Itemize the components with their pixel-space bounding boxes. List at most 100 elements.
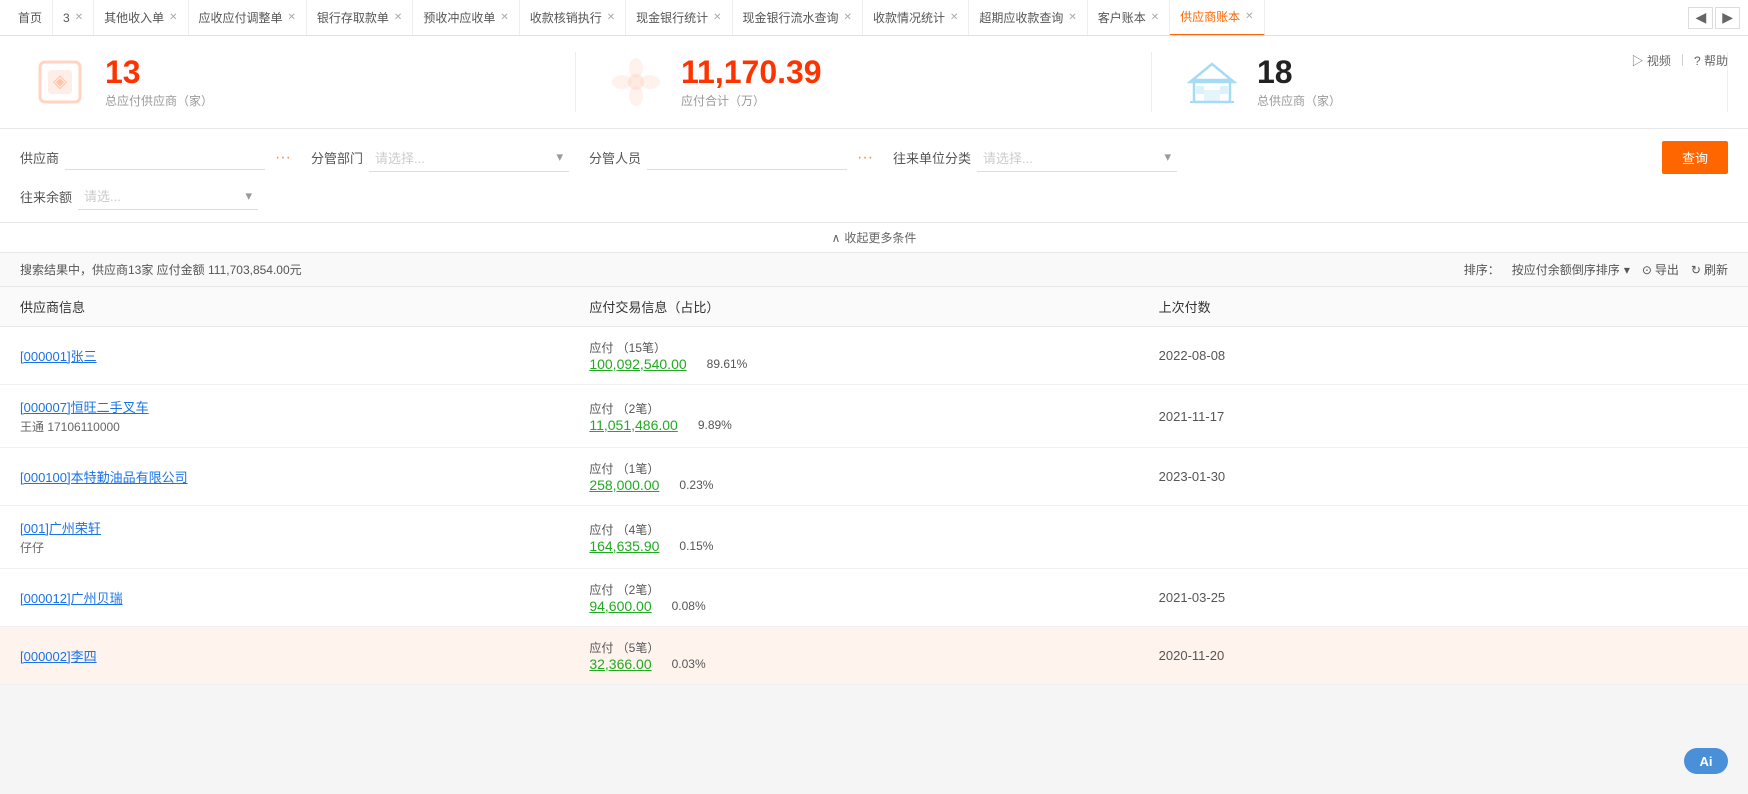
supplier-link-3[interactable]: [000100]本特勤油品有限公司: [20, 467, 589, 486]
nav-tab-other-income[interactable]: 其他收入单 ✕: [94, 0, 188, 36]
close-tab-3[interactable]: ✕: [75, 12, 83, 23]
close-tab-supplier-ledger[interactable]: ✕: [1245, 11, 1253, 22]
filter-item-dept: 分管部门 请选择... ▾: [311, 144, 569, 172]
supplier-sub-2: 王通 17106110000: [20, 418, 589, 435]
table-row: [000100]本特勤油品有限公司 应付 （1笔） 258,000.00 0.2…: [0, 448, 1748, 506]
nav-tab-3[interactable]: 3 ✕: [53, 0, 94, 36]
supplier-input[interactable]: [65, 146, 265, 170]
table-row: [001]广州荣轩 仔仔 应付 （4笔） 164,635.90 0.15%: [0, 506, 1748, 569]
card-icon-flower: [606, 52, 666, 112]
table-row: [000001]张三 应付 （15笔） 100,092,540.00 89.61…: [0, 327, 1748, 385]
close-tab-customer-ledger[interactable]: ✕: [1151, 12, 1159, 23]
table-header: 供应商信息 应付交易信息（占比） 上次付数: [0, 287, 1748, 327]
filter-item-supplier: 供应商 ···: [20, 146, 291, 170]
balance-select[interactable]: 请选... ▾: [78, 182, 258, 210]
tx-info-5: 应付 （2笔） 94,600.00 0.08%: [589, 581, 1158, 614]
nav-tab-cash-bank-stats[interactable]: 现金银行统计 ✕: [626, 0, 732, 36]
table-row: [000007]恒旺二手叉车 王通 17106110000 应付 （2笔） 11…: [0, 385, 1748, 448]
balance-filter-label: 往来余额: [20, 187, 72, 206]
balance-dropdown-icon: ▾: [245, 188, 252, 204]
close-tab-ar-ap-adjust[interactable]: ✕: [288, 12, 296, 23]
tx-percent-3: 0.23%: [679, 478, 713, 492]
supplier-link-2[interactable]: [000007]恒旺二手叉车: [20, 397, 589, 416]
nav-prev-arrow[interactable]: ◀: [1688, 7, 1713, 29]
payable-total-label: 应付合计（万）: [681, 92, 822, 109]
help-link[interactable]: ? 帮助: [1694, 52, 1728, 69]
video-link[interactable]: ▷ 视频: [1631, 52, 1670, 69]
ai-badge[interactable]: Ai: [1684, 748, 1728, 774]
nav-tab-receipt-exec[interactable]: 收款核销执行 ✕: [520, 0, 626, 36]
card-icon-diamond: ◈: [30, 52, 90, 112]
tx-info-4: 应付 （4笔） 164,635.90 0.15%: [589, 521, 1158, 554]
filter-area: 供应商 ··· 分管部门 请选择... ▾ 分管人员 ··· 往来单位分类 请选…: [0, 129, 1748, 223]
close-tab-receipt-exec[interactable]: ✕: [607, 12, 615, 23]
col-header-supplier: 供应商信息: [20, 297, 589, 316]
supplier-link-6[interactable]: [000002]李四: [20, 646, 589, 665]
person-filter-label: 分管人员: [589, 148, 641, 167]
card-content-payable-suppliers: 13 总应付供应商（家）: [105, 56, 213, 109]
supplier-info-3: [000100]本特勤油品有限公司: [20, 467, 589, 486]
payable-total-amount: 11,170.39: [681, 56, 822, 88]
supplier-table: 供应商信息 应付交易信息（占比） 上次付数 [000001]张三 应付 （15笔…: [0, 287, 1748, 685]
close-tab-other-income[interactable]: ✕: [169, 12, 177, 23]
supplier-info-1: [000001]张三: [20, 346, 589, 365]
supplier-link-4[interactable]: [001]广州荣轩: [20, 518, 589, 537]
nav-tab-ar-ap-adjust[interactable]: 应收应付调整单 ✕: [189, 0, 307, 36]
tx-amount-3[interactable]: 258,000.00: [589, 477, 659, 493]
tx-amount-5[interactable]: 94,600.00: [589, 598, 651, 614]
nav-tab-home[interactable]: 首页: [8, 0, 53, 36]
sort-select[interactable]: 按应付余额倒序排序 ▾: [1512, 261, 1630, 278]
refresh-icon: ↻: [1691, 263, 1701, 277]
tx-amount-1[interactable]: 100,092,540.00: [589, 356, 686, 372]
last-pay-6: 2020-11-20: [1159, 648, 1728, 663]
category-dropdown-icon: ▾: [1165, 149, 1172, 165]
person-dots-icon[interactable]: ···: [857, 149, 873, 167]
close-tab-receipt-stats[interactable]: ✕: [950, 12, 958, 23]
collapse-button[interactable]: ∧ 收起更多条件: [832, 229, 917, 246]
payable-supplier-label: 总应付供应商（家）: [105, 92, 213, 109]
sort-dropdown-icon: ▾: [1624, 263, 1630, 277]
nav-tab-receipt-stats[interactable]: 收款情况统计 ✕: [863, 0, 969, 36]
supplier-info-2: [000007]恒旺二手叉车 王通 17106110000: [20, 397, 589, 435]
nav-tab-prepay-offset[interactable]: 预收冲应收单 ✕: [413, 0, 519, 36]
close-tab-cash-bank-stats[interactable]: ✕: [713, 12, 721, 23]
total-supplier-count: 18: [1257, 56, 1341, 88]
close-tab-overdue-ar[interactable]: ✕: [1068, 12, 1076, 23]
tx-percent-5: 0.08%: [672, 599, 706, 613]
tx-info-3: 应付 （1笔） 258,000.00 0.23%: [589, 460, 1158, 493]
filter-row-2: 往来余额 请选... ▾: [20, 182, 1728, 210]
close-tab-cash-bank-flow[interactable]: ✕: [844, 12, 852, 23]
last-pay-2: 2021-11-17: [1159, 409, 1728, 424]
close-tab-bank-deposit[interactable]: ✕: [394, 12, 402, 23]
nav-tab-supplier-ledger[interactable]: 供应商账本 ✕: [1170, 0, 1264, 36]
nav-tab-overdue-ar[interactable]: 超期应收款查询 ✕: [969, 0, 1087, 36]
nav-tab-bank-deposit[interactable]: 银行存取款单 ✕: [307, 0, 413, 36]
person-input[interactable]: [647, 146, 847, 170]
close-tab-prepay-offset[interactable]: ✕: [500, 12, 508, 23]
supplier-dots-icon[interactable]: ···: [275, 149, 291, 167]
supplier-sub-4: 仔仔: [20, 539, 589, 556]
nav-tab-customer-ledger[interactable]: 客户账本 ✕: [1088, 0, 1170, 36]
category-select[interactable]: 请选择... ▾: [977, 144, 1177, 172]
summary-area: ◈ 13 总应付供应商（家） 11,170.39 应付合计（万）: [0, 36, 1748, 129]
nav-next-arrow[interactable]: ▶: [1715, 7, 1740, 29]
last-pay-5: 2021-03-25: [1159, 590, 1728, 605]
top-navigation: 首页 3 ✕ 其他收入单 ✕ 应收应付调整单 ✕ 银行存取款单 ✕ 预收冲应收单…: [0, 0, 1748, 36]
filter-row-1: 供应商 ··· 分管部门 请选择... ▾ 分管人员 ··· 往来单位分类 请选…: [20, 141, 1728, 174]
export-button[interactable]: ⊙ 导出: [1642, 261, 1679, 278]
dept-dropdown-icon: ▾: [556, 149, 563, 165]
supplier-link-1[interactable]: [000001]张三: [20, 346, 589, 365]
total-supplier-label: 总供应商（家）: [1257, 92, 1341, 109]
dept-select[interactable]: 请选择... ▾: [369, 144, 569, 172]
refresh-button[interactable]: ↻ 刷新: [1691, 261, 1728, 278]
tx-info-1: 应付 （15笔） 100,092,540.00 89.61%: [589, 339, 1158, 372]
search-button[interactable]: 查询: [1662, 141, 1728, 174]
nav-tab-cash-bank-flow[interactable]: 现金银行流水查询 ✕: [733, 0, 863, 36]
tx-percent-4: 0.15%: [679, 539, 713, 553]
help-icon: ?: [1694, 54, 1701, 68]
tx-amount-6[interactable]: 32,366.00: [589, 656, 651, 672]
export-icon: ⊙: [1642, 263, 1652, 277]
tx-amount-2[interactable]: 11,051,486.00: [589, 417, 678, 433]
tx-amount-4[interactable]: 164,635.90: [589, 538, 659, 554]
supplier-link-5[interactable]: [000012]广州贝瑞: [20, 588, 589, 607]
